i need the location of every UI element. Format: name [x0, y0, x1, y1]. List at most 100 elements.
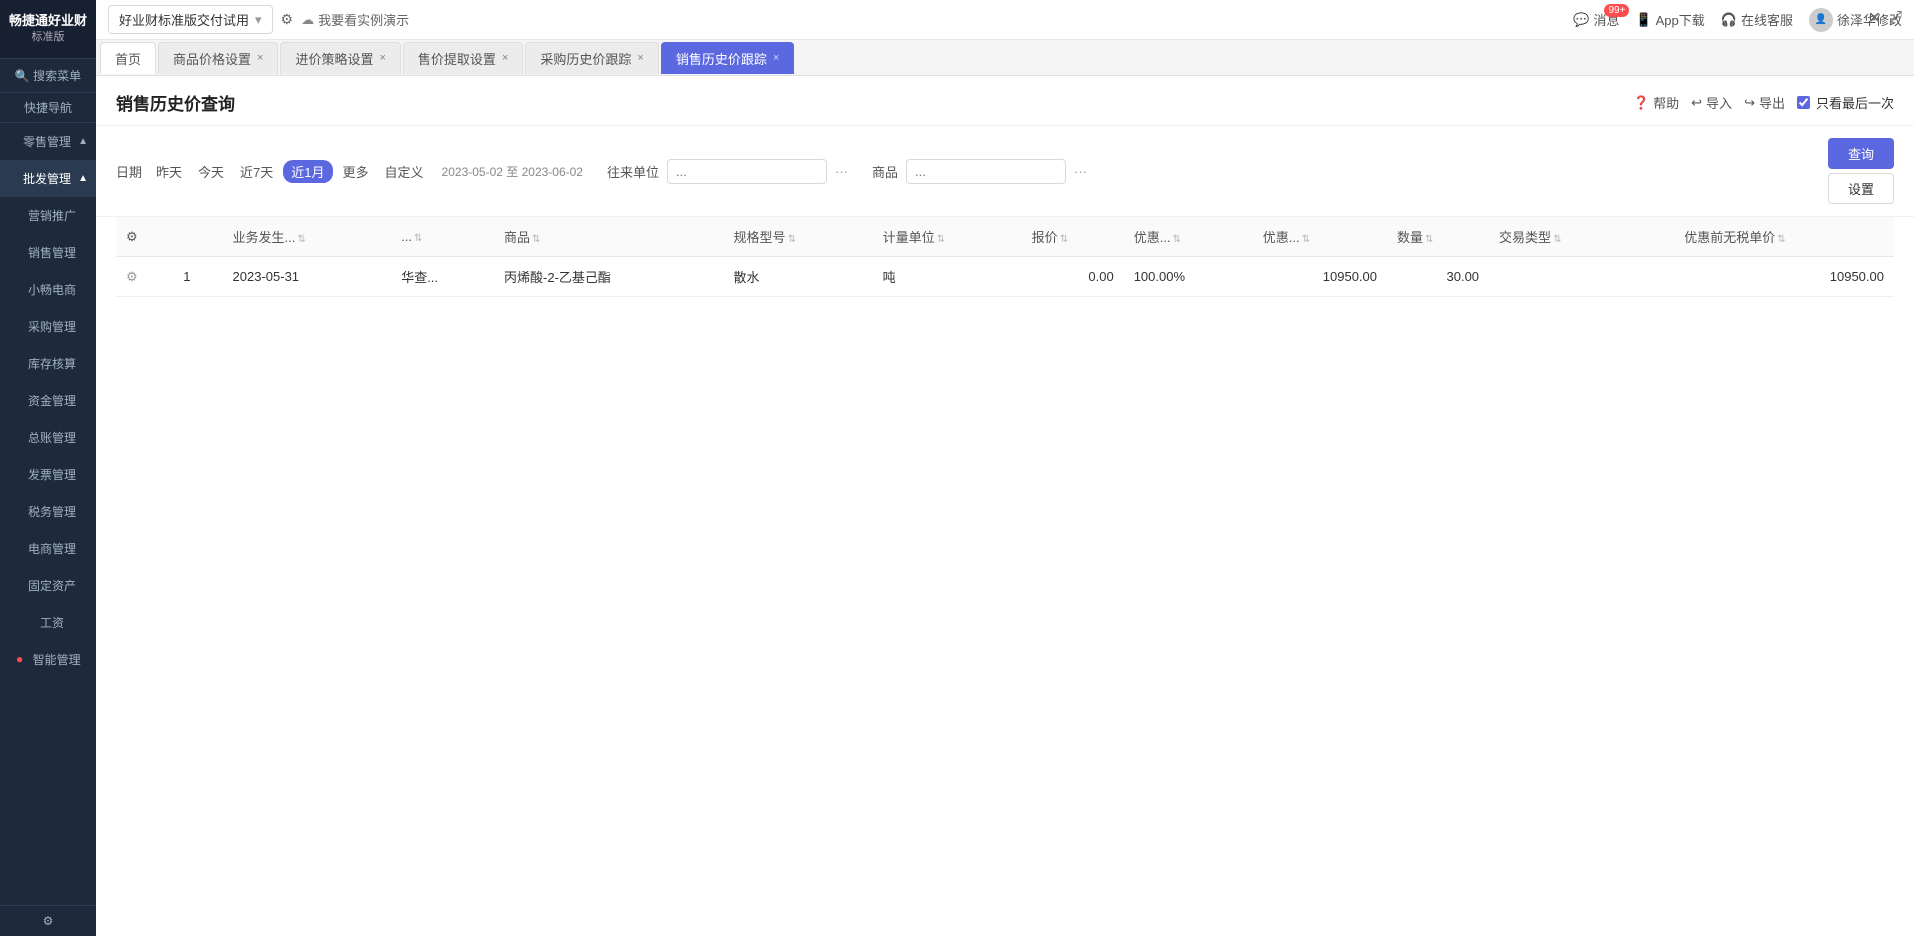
- expand-arrow-icon: ▲: [78, 136, 88, 147]
- export-btn[interactable]: ↪ 导出: [1744, 93, 1785, 112]
- expand-arrow-icon: ▲: [78, 173, 88, 184]
- col-discount1[interactable]: 优惠...⇅: [1124, 217, 1253, 257]
- from-unit-label: 往来单位: [607, 162, 659, 181]
- filter-bar: 日期 昨天今天近7天近1月更多自定义 2023-05-02 至 2023-06-…: [96, 126, 1914, 217]
- col-discount2[interactable]: 优惠...⇅: [1253, 217, 1387, 257]
- tab-home[interactable]: 首页: [100, 42, 156, 74]
- tab-sales_history[interactable]: 销售历史价跟踪 ×: [661, 42, 794, 74]
- online-service-btn[interactable]: 🎧 在线客服: [1721, 10, 1793, 29]
- col-label: ...: [401, 229, 412, 244]
- date-option-近1月[interactable]: 近1月: [283, 160, 332, 183]
- tab-purchase_history[interactable]: 采购历史价跟踪×: [525, 42, 658, 74]
- sidebar-item-retail[interactable]: 零售管理▲: [0, 123, 96, 160]
- import-label: 导入: [1706, 93, 1732, 112]
- page-actions: ❓ 帮助 ↩ 导入 ↪ 导出 只看最后一次: [1633, 93, 1894, 112]
- message-icon: 💬: [1573, 12, 1589, 28]
- close-tab-icon[interactable]: ×: [502, 52, 508, 64]
- tab-purchase_strategy[interactable]: 进价策略设置×: [280, 42, 400, 74]
- sidebar-item-label: 库存核算: [16, 355, 88, 372]
- topbar-gear-icon[interactable]: ⚙: [281, 11, 294, 28]
- col-pre_tax_price[interactable]: 优惠前无税单价⇅: [1674, 217, 1894, 257]
- cell-discount2: 10950.00: [1253, 257, 1387, 297]
- sidebar-item-ledger[interactable]: 总账管理: [0, 419, 96, 456]
- settings-button[interactable]: 设置: [1828, 173, 1894, 204]
- app-download-btn[interactable]: 📱 App下载: [1635, 10, 1704, 29]
- sidebar-item-assets[interactable]: 固定资产: [0, 567, 96, 604]
- message-btn[interactable]: 💬 消息 99+: [1573, 10, 1619, 29]
- avatar: 👤: [1809, 8, 1833, 32]
- row-settings-icon[interactable]: ⚙: [126, 269, 138, 284]
- tab-label: 销售历史价跟踪: [676, 49, 767, 68]
- sidebar-item-ecommerce_small[interactable]: 小畅电商: [0, 271, 96, 308]
- sidebar-item-finance[interactable]: 资金管理: [0, 382, 96, 419]
- chevron-down-icon: ▾: [255, 12, 262, 28]
- page-header: 销售历史价查询 ❓ 帮助 ↩ 导入 ↪ 导出 只看最后一次: [96, 76, 1914, 126]
- date-option-自定义[interactable]: 自定义: [379, 160, 430, 183]
- sidebar-settings[interactable]: ⚙: [0, 905, 96, 936]
- date-option-更多[interactable]: 更多: [337, 160, 375, 183]
- date-range-text: 2023-05-02 至 2023-06-02: [442, 163, 583, 180]
- date-option-昨天[interactable]: 昨天: [150, 160, 188, 183]
- query-button[interactable]: 查询: [1828, 138, 1894, 169]
- sidebar-item-tax[interactable]: 税务管理: [0, 493, 96, 530]
- sidebar-quick-nav-label: 快捷导航: [24, 101, 72, 115]
- sidebar-item-label: 零售管理: [16, 133, 78, 150]
- close-button[interactable]: ✕: [1868, 8, 1881, 28]
- table-body: ⚙12023-05-31华查...丙烯酸-2-乙基己酯散水吨0.00100.00…: [116, 257, 1894, 297]
- col-price[interactable]: 报价⇅: [1022, 217, 1124, 257]
- from-unit-input[interactable]: [667, 159, 827, 184]
- window-controls: ✕ ⤢: [1868, 8, 1902, 28]
- sidebar-item-wholesale[interactable]: 批发管理▲: [0, 160, 96, 197]
- sidebar-item-invoice[interactable]: 发票管理: [0, 456, 96, 493]
- only-last-checkbox-label[interactable]: 只看最后一次: [1797, 93, 1894, 112]
- only-last-checkbox[interactable]: [1797, 96, 1810, 109]
- cell-pre_tax_price: 10950.00: [1674, 257, 1894, 297]
- sidebar-item-purchase[interactable]: 采购管理: [0, 308, 96, 345]
- table-row[interactable]: ⚙12023-05-31华查...丙烯酸-2-乙基己酯散水吨0.00100.00…: [116, 257, 1894, 297]
- close-tab-icon[interactable]: ×: [379, 52, 385, 64]
- date-option-近7天[interactable]: 近7天: [234, 160, 279, 183]
- col-product[interactable]: 商品⇅: [494, 217, 724, 257]
- from-unit-more[interactable]: ···: [835, 164, 848, 179]
- col-quantity[interactable]: 数量⇅: [1387, 217, 1489, 257]
- sidebar-item-label: 税务管理: [16, 503, 88, 520]
- product-filter-input[interactable]: [906, 159, 1066, 184]
- col-label: ⚙: [126, 229, 138, 244]
- col-trans_type[interactable]: 交易类型⇅: [1489, 217, 1638, 257]
- product-more[interactable]: ···: [1074, 164, 1087, 179]
- col-label: 规格型号: [734, 230, 786, 245]
- cell-price: 0.00: [1022, 257, 1124, 297]
- sidebar-item-payroll[interactable]: 工资: [0, 604, 96, 641]
- only-last-text: 只看最后一次: [1816, 93, 1894, 112]
- sidebar-search[interactable]: 🔍 搜索菜单: [0, 59, 96, 93]
- col-unit[interactable]: 计量单位⇅: [873, 217, 1022, 257]
- date-filter-label: 日期: [116, 162, 142, 181]
- close-tab-icon[interactable]: ×: [257, 52, 263, 64]
- table-header-row: ⚙业务发生...⇅...⇅商品⇅规格型号⇅计量单位⇅报价⇅优惠...⇅优惠...…: [116, 217, 1894, 257]
- cell-product: 丙烯酸-2-乙基己酯: [494, 257, 724, 297]
- sidebar-item-sales[interactable]: 销售管理: [0, 234, 96, 271]
- page-title: 销售历史价查询: [116, 90, 235, 115]
- demo-btn[interactable]: ☁ 我要看实例演示: [301, 10, 409, 29]
- product-selector[interactable]: 好业财标准版交付试用 ▾: [108, 5, 273, 34]
- tab-sale_extract[interactable]: 售价提取设置×: [403, 42, 523, 74]
- help-btn[interactable]: ❓ 帮助: [1633, 93, 1679, 112]
- sidebar-item-marketing[interactable]: 营销推广: [0, 197, 96, 234]
- sidebar-item-inventory[interactable]: 库存核算: [0, 345, 96, 382]
- cell-trans_type: [1489, 257, 1638, 297]
- sidebar-quick-nav[interactable]: 快捷导航: [0, 93, 96, 123]
- col-business_date[interactable]: 业务发生...⇅: [223, 217, 392, 257]
- close-tab-icon[interactable]: ×: [637, 52, 643, 64]
- col-more[interactable]: ...⇅: [391, 217, 494, 257]
- demo-icon: ☁: [301, 12, 314, 28]
- settings-icon: ⚙: [43, 914, 54, 928]
- tab-product_price[interactable]: 商品价格设置×: [158, 42, 278, 74]
- export-icon: ↪: [1744, 95, 1755, 111]
- maximize-button[interactable]: ⤢: [1889, 9, 1902, 27]
- sidebar-item-smart[interactable]: ●智能管理: [0, 641, 96, 678]
- sidebar-item-ecommerce[interactable]: 电商管理: [0, 530, 96, 567]
- import-btn[interactable]: ↩ 导入: [1691, 93, 1732, 112]
- date-option-今天[interactable]: 今天: [192, 160, 230, 183]
- close-tab-icon[interactable]: ×: [773, 52, 779, 64]
- col-spec[interactable]: 规格型号⇅: [724, 217, 873, 257]
